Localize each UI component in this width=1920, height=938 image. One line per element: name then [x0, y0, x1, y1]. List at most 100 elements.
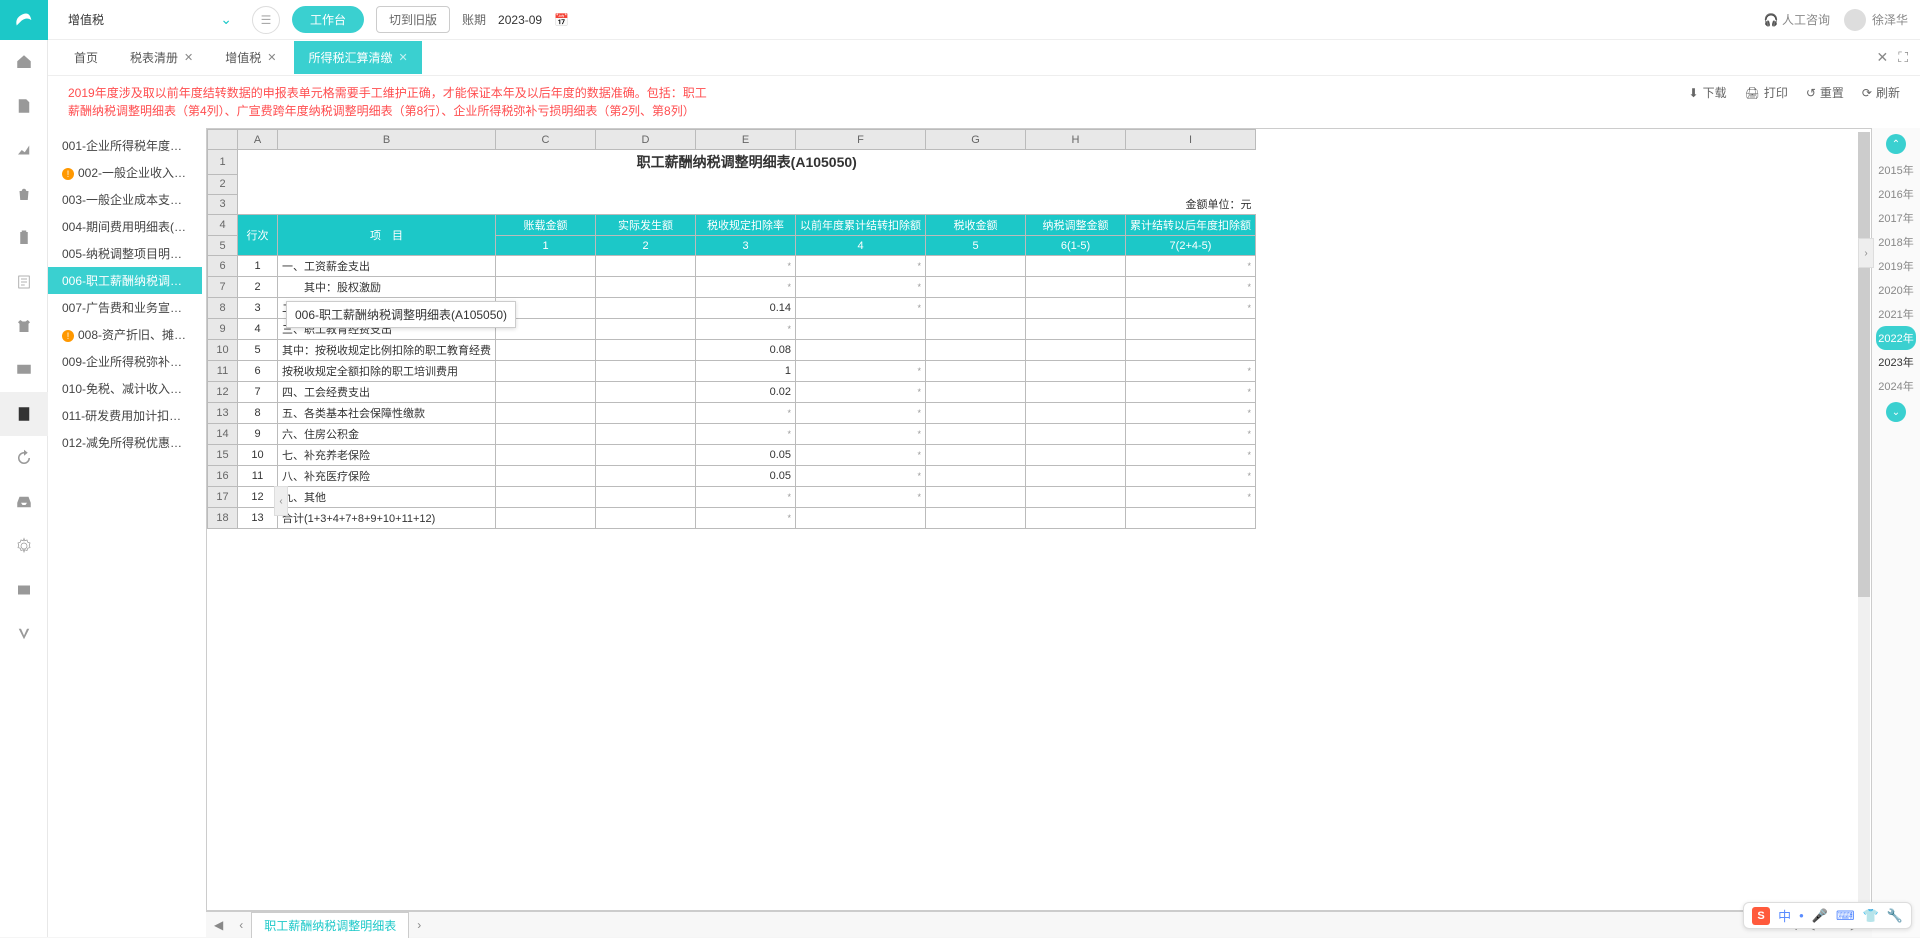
year-2019年[interactable]: 2019年	[1876, 254, 1916, 278]
data-cell[interactable]	[926, 361, 1026, 382]
rownum-cell[interactable]: 2	[238, 277, 278, 298]
data-cell[interactable]	[696, 319, 796, 340]
tab-1[interactable]: 税表清册✕	[116, 41, 207, 74]
col-header[interactable]: C	[496, 130, 596, 150]
form-list[interactable]: 001-企业所得税年度纳税申…002-一般企业收入明细表(A…003-一般企业成…	[48, 128, 202, 937]
item-cell[interactable]: 一、工资薪金支出	[278, 256, 496, 277]
row-header[interactable]: 6	[208, 256, 238, 277]
year-up-icon[interactable]: ⌃	[1886, 134, 1906, 154]
row-header[interactable]: 9	[208, 319, 238, 340]
sheet-nav-first[interactable]: ◀	[206, 918, 231, 932]
rail-v-icon[interactable]	[0, 612, 48, 656]
row-header[interactable]: 4	[208, 215, 238, 236]
item-cell[interactable]: 八、补充医疗保险	[278, 466, 496, 487]
year-down-icon[interactable]: ⌄	[1886, 402, 1906, 422]
data-cell[interactable]	[926, 508, 1026, 529]
rail-inbox-icon[interactable]	[0, 480, 48, 524]
data-cell[interactable]	[1026, 277, 1126, 298]
data-cell[interactable]	[926, 277, 1026, 298]
ime-mic-icon[interactable]: 🎤	[1812, 908, 1828, 924]
form-item-9[interactable]: 010-免税、减计收入及加计…	[48, 375, 202, 402]
data-cell[interactable]	[596, 424, 696, 445]
sheet-tab[interactable]: 职工薪酬纳税调整明细表	[251, 912, 409, 938]
data-cell[interactable]	[1026, 403, 1126, 424]
ime-punct-icon[interactable]: •	[1799, 908, 1804, 923]
data-cell[interactable]	[1126, 361, 1256, 382]
form-item-3[interactable]: 004-期间费用明细表(A1040…	[48, 213, 202, 240]
data-cell[interactable]	[1026, 256, 1126, 277]
data-cell[interactable]	[926, 487, 1026, 508]
data-cell[interactable]	[796, 445, 926, 466]
data-cell[interactable]	[596, 403, 696, 424]
data-cell[interactable]: 0.05	[696, 466, 796, 487]
close-icon[interactable]: ✕	[267, 51, 276, 64]
rail-settings-icon[interactable]	[0, 524, 48, 568]
switch-old-button[interactable]: 切到旧版	[376, 6, 450, 33]
form-item-5[interactable]: 006-职工薪酬纳税调整明细…	[48, 267, 202, 294]
app-logo[interactable]	[0, 0, 48, 40]
data-cell[interactable]	[1026, 340, 1126, 361]
col-header[interactable]: I	[1126, 130, 1256, 150]
reset-button[interactable]: ↺ 重置	[1806, 84, 1844, 101]
data-cell[interactable]	[1026, 382, 1126, 403]
tab-close-all-icon[interactable]: ✕	[1876, 49, 1888, 66]
col-header[interactable]: F	[796, 130, 926, 150]
item-cell[interactable]: 七、补充养老保险	[278, 445, 496, 466]
item-cell[interactable]: 合计(1+3+4+7+8+9+10+11+12)	[278, 508, 496, 529]
rownum-cell[interactable]: 8	[238, 403, 278, 424]
data-cell[interactable]	[596, 361, 696, 382]
col-header[interactable]: A	[238, 130, 278, 150]
rownum-cell[interactable]: 1	[238, 256, 278, 277]
rail-home-icon[interactable]	[0, 40, 48, 84]
row-header[interactable]: 14	[208, 424, 238, 445]
data-cell[interactable]	[596, 382, 696, 403]
close-icon[interactable]: ✕	[399, 51, 408, 64]
year-2024年[interactable]: 2024年	[1876, 374, 1916, 398]
year-2016年[interactable]: 2016年	[1876, 182, 1916, 206]
rownum-cell[interactable]: 12	[238, 487, 278, 508]
data-cell[interactable]	[1026, 298, 1126, 319]
data-cell[interactable]: 1	[696, 361, 796, 382]
data-cell[interactable]	[496, 445, 596, 466]
year-2021年[interactable]: 2021年	[1876, 302, 1916, 326]
row-header[interactable]: 16	[208, 466, 238, 487]
spreadsheet[interactable]: ABCDEFGHI1职工薪酬纳税调整明细表(A105050)23金额单位：元4行…	[206, 128, 1872, 911]
print-button[interactable]: 🖨 打印	[1745, 84, 1788, 101]
data-cell[interactable]	[796, 487, 926, 508]
sheet-nav-next[interactable]: ›	[409, 918, 429, 932]
data-cell[interactable]	[1126, 424, 1256, 445]
data-cell[interactable]	[596, 298, 696, 319]
data-cell[interactable]	[926, 424, 1026, 445]
data-cell[interactable]	[696, 403, 796, 424]
data-cell[interactable]	[596, 508, 696, 529]
ime-tool-icon[interactable]: 🔧	[1887, 908, 1903, 924]
year-2018年[interactable]: 2018年	[1876, 230, 1916, 254]
data-cell[interactable]: 0.02	[696, 382, 796, 403]
company-dropdown[interactable]: 增值税 ⌄	[60, 7, 240, 32]
col-header[interactable]: D	[596, 130, 696, 150]
rownum-cell[interactable]: 6	[238, 361, 278, 382]
data-cell[interactable]	[596, 466, 696, 487]
col-header[interactable]: E	[696, 130, 796, 150]
data-cell[interactable]	[496, 424, 596, 445]
data-cell[interactable]	[1126, 508, 1256, 529]
rownum-cell[interactable]: 13	[238, 508, 278, 529]
rownum-cell[interactable]: 3	[238, 298, 278, 319]
rail-clipboard-icon[interactable]	[0, 216, 48, 260]
data-cell[interactable]	[496, 466, 596, 487]
data-cell[interactable]	[796, 277, 926, 298]
data-cell[interactable]	[496, 403, 596, 424]
rownum-cell[interactable]: 11	[238, 466, 278, 487]
item-cell[interactable]: 六、住房公积金	[278, 424, 496, 445]
data-cell[interactable]	[596, 277, 696, 298]
rail-doc-icon[interactable]	[0, 84, 48, 128]
data-cell[interactable]	[696, 487, 796, 508]
form-item-1[interactable]: 002-一般企业收入明细表(A…	[48, 159, 202, 186]
data-cell[interactable]	[1126, 382, 1256, 403]
data-cell[interactable]	[496, 361, 596, 382]
data-cell[interactable]	[1126, 445, 1256, 466]
data-cell[interactable]	[596, 256, 696, 277]
data-cell[interactable]	[796, 424, 926, 445]
tab-expand-icon[interactable]: ⛶	[1898, 49, 1908, 66]
data-cell[interactable]	[796, 466, 926, 487]
